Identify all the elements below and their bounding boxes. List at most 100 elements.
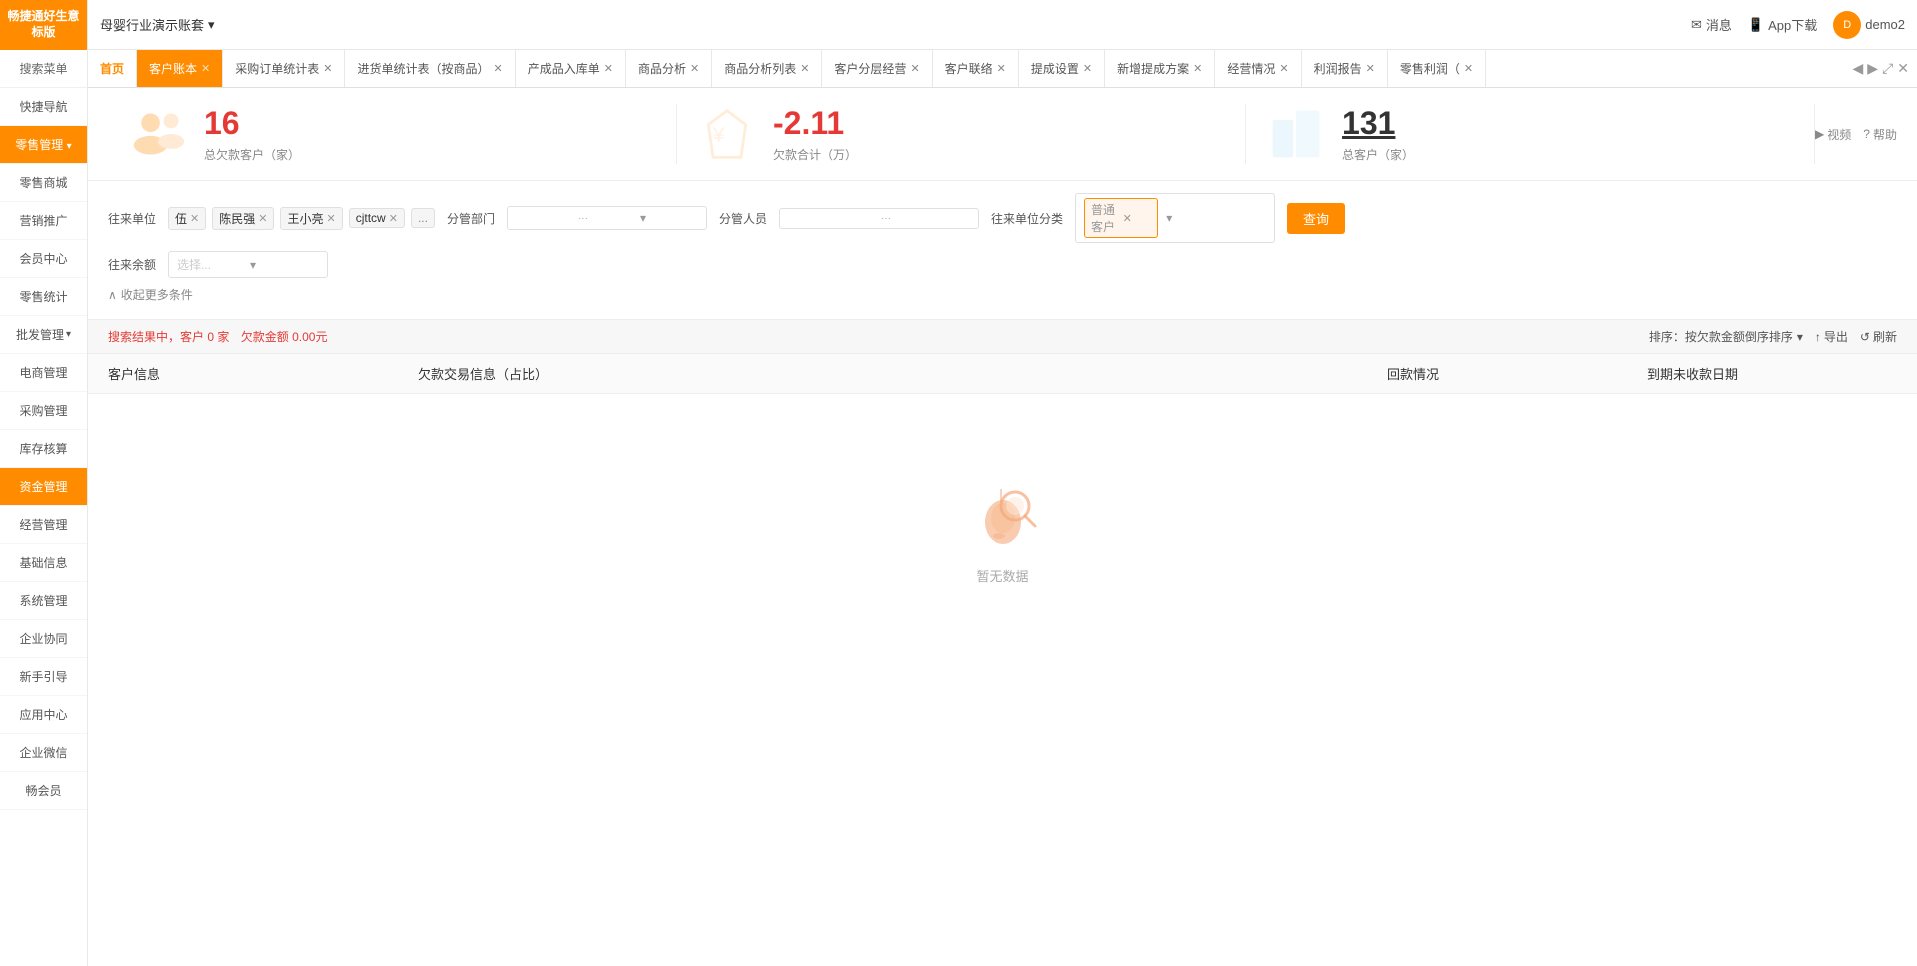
tab-close-all-btn[interactable]: ✕: [1897, 60, 1909, 77]
unit-category-arrow: ▾: [1166, 211, 1266, 225]
tab-close-customer-contact[interactable]: ✕: [997, 62, 1006, 75]
tab-close-operations-status[interactable]: ✕: [1279, 62, 1288, 75]
tab-operations-status[interactable]: 经营情况 ✕: [1215, 50, 1301, 87]
tab-close-retail-profit[interactable]: ✕: [1464, 62, 1473, 75]
tab-raise-settings[interactable]: 提成设置 ✕: [1019, 50, 1105, 87]
tab-purchase-orders[interactable]: 采购订单统计表 ✕: [223, 50, 345, 87]
tab-raise-settings-label: 提成设置: [1031, 60, 1079, 77]
tab-home[interactable]: 首页: [88, 50, 137, 87]
unit-category-dropdown[interactable]: 普通客户 ✕ ▾: [1075, 193, 1275, 243]
sidebar-item-finance[interactable]: 资金管理: [0, 468, 87, 506]
sort-selector[interactable]: 排序：按欠款金额倒序排序 ▾: [1649, 328, 1803, 345]
sidebar: 畅捷通好生意 标版 搜索菜单 快捷导航 零售管理 ▾ 零售商城 营销推广 会员中…: [0, 0, 88, 966]
tab-goods-stats[interactable]: 进货单统计表（按商品） ✕: [345, 50, 515, 87]
person-dropdown[interactable]: ···: [779, 208, 979, 229]
sidebar-item-retail-stats[interactable]: 零售统计: [0, 278, 87, 316]
sidebar-item-inventory[interactable]: 库存核算: [0, 430, 87, 468]
tag-close-cjttcw[interactable]: ✕: [389, 212, 398, 225]
unit-tag-wang[interactable]: 王小亮 ✕: [280, 207, 342, 230]
table-col-customer: 客户信息: [108, 364, 408, 383]
sidebar-item-ecommerce[interactable]: 电商管理: [0, 354, 87, 392]
tab-prev-btn[interactable]: ◀: [1853, 60, 1864, 77]
sidebar-item-retail-mgmt[interactable]: 零售管理 ▾: [0, 126, 87, 164]
sidebar-item-purchase[interactable]: 采购管理: [0, 392, 87, 430]
sidebar-item-app-center[interactable]: 应用中心: [0, 696, 87, 734]
tab-close-goods-analysis[interactable]: ✕: [690, 62, 699, 75]
export-icon: ↑: [1815, 330, 1821, 344]
table-col-due-date: 到期未收款日期: [1647, 364, 1897, 383]
tab-goods-analysis[interactable]: 商品分析 ✕: [626, 50, 712, 87]
user-profile[interactable]: D demo2: [1833, 11, 1905, 39]
tag-close-category[interactable]: ✕: [1123, 212, 1152, 225]
dept-more-icon: ···: [578, 213, 636, 224]
tab-expand-btn[interactable]: ⤢: [1882, 60, 1893, 77]
sidebar-search-label[interactable]: 搜索菜单: [8, 60, 79, 77]
app-download-icon: 📱: [1748, 17, 1764, 33]
export-label: 导出: [1824, 328, 1848, 345]
tab-production-inbound[interactable]: 产成品入库单 ✕: [516, 50, 626, 87]
video-help-btn[interactable]: ▶ 视频: [1815, 126, 1851, 143]
unit-tag-wu[interactable]: 伍 ✕: [168, 207, 206, 230]
tab-close-profit-report[interactable]: ✕: [1366, 62, 1375, 75]
sidebar-item-basic-info[interactable]: 基础信息: [0, 544, 87, 582]
tab-close-customer-accounts[interactable]: ✕: [201, 62, 210, 75]
sidebar-item-enterprise-wechat[interactable]: 企业微信: [0, 734, 87, 772]
sidebar-search-item[interactable]: 搜索菜单: [0, 50, 87, 88]
help-icon: ?: [1863, 127, 1870, 141]
remainder-dropdown[interactable]: 选择... ▾: [168, 251, 328, 278]
collapse-btn[interactable]: ∧ 收起更多条件: [108, 286, 1897, 303]
customers-value: 16: [204, 105, 300, 142]
unit-category-selected[interactable]: 普通客户 ✕: [1084, 198, 1158, 238]
tab-close-goods-stats[interactable]: ✕: [494, 62, 503, 75]
tab-production-inbound-label: 产成品入库单: [528, 60, 600, 77]
tab-close-purchase-orders[interactable]: ✕: [323, 62, 332, 75]
top-bar-right: ✉ 消息 📱 App下载 D demo2: [1691, 11, 1905, 39]
owed-value: -2.11: [773, 105, 857, 142]
message-btn[interactable]: ✉ 消息: [1691, 15, 1732, 34]
app-download-btn[interactable]: 📱 App下载: [1748, 15, 1817, 34]
sidebar-item-operations[interactable]: 经营管理: [0, 506, 87, 544]
results-debt-value: 0.00元: [292, 330, 327, 344]
customers-label: 总欠款客户（家）: [204, 146, 300, 163]
tab-goods-analysis-list[interactable]: 商品分析列表 ✕: [712, 50, 822, 87]
text-help-btn[interactable]: ? 帮助: [1863, 126, 1897, 143]
tag-close-wu[interactable]: ✕: [190, 212, 199, 225]
unit-tag-cjttcw[interactable]: cjttcw ✕: [349, 208, 405, 228]
stat-info-customers: 16 总欠款客户（家）: [204, 105, 300, 163]
tab-close-customer-segmentation[interactable]: ✕: [910, 62, 919, 75]
sidebar-item-system[interactable]: 系统管理: [0, 582, 87, 620]
tab-next-btn[interactable]: ▶: [1867, 60, 1878, 77]
tag-close-chen[interactable]: ✕: [258, 212, 267, 225]
sidebar-item-new-guide[interactable]: 新手引导: [0, 658, 87, 696]
sidebar-item-batch-mgmt[interactable]: 批发管理 ▾: [0, 316, 87, 354]
query-button[interactable]: 查询: [1287, 203, 1345, 234]
sidebar-item-cooperation[interactable]: 企业协同: [0, 620, 87, 658]
sidebar-item-quick-nav[interactable]: 快捷导航: [0, 88, 87, 126]
store-selector[interactable]: 母婴行业演示账套 ▾: [100, 15, 215, 34]
results-customer-count: 0: [207, 330, 214, 344]
person-filter-label: 分管人员: [719, 210, 767, 227]
tab-new-raise-plan[interactable]: 新增提成方案 ✕: [1105, 50, 1215, 87]
stat-total-owed: ¥ -2.11 欠款合计（万）: [677, 104, 1246, 164]
tab-close-production-inbound[interactable]: ✕: [604, 62, 613, 75]
tab-customer-contact[interactable]: 客户联络 ✕: [933, 50, 1019, 87]
dept-filter-label: 分管部门: [447, 210, 495, 227]
sidebar-item-marketing[interactable]: 营销推广: [0, 202, 87, 240]
all-customers-icon: [1266, 104, 1326, 164]
export-btn[interactable]: ↑ 导出: [1815, 328, 1848, 345]
tab-customer-segmentation[interactable]: 客户分层经营 ✕: [822, 50, 932, 87]
tab-customer-accounts[interactable]: 客户账本 ✕: [137, 50, 223, 87]
dept-dropdown[interactable]: ··· ▾: [507, 206, 707, 230]
unit-tag-more[interactable]: ...: [411, 208, 435, 228]
sidebar-item-super-member[interactable]: 畅会员: [0, 772, 87, 810]
tab-close-raise-settings[interactable]: ✕: [1083, 62, 1092, 75]
tab-retail-profit[interactable]: 零售利润（ ✕: [1388, 50, 1486, 87]
tag-close-wang[interactable]: ✕: [327, 212, 336, 225]
sidebar-item-member-center[interactable]: 会员中心: [0, 240, 87, 278]
sidebar-item-retail-mall[interactable]: 零售商城: [0, 164, 87, 202]
tab-close-goods-analysis-list[interactable]: ✕: [800, 62, 809, 75]
tab-profit-report[interactable]: 利润报告 ✕: [1302, 50, 1388, 87]
tab-close-new-raise-plan[interactable]: ✕: [1193, 62, 1202, 75]
refresh-btn[interactable]: ↺ 刷新: [1860, 328, 1897, 345]
unit-tag-chen[interactable]: 陈民强 ✕: [212, 207, 274, 230]
